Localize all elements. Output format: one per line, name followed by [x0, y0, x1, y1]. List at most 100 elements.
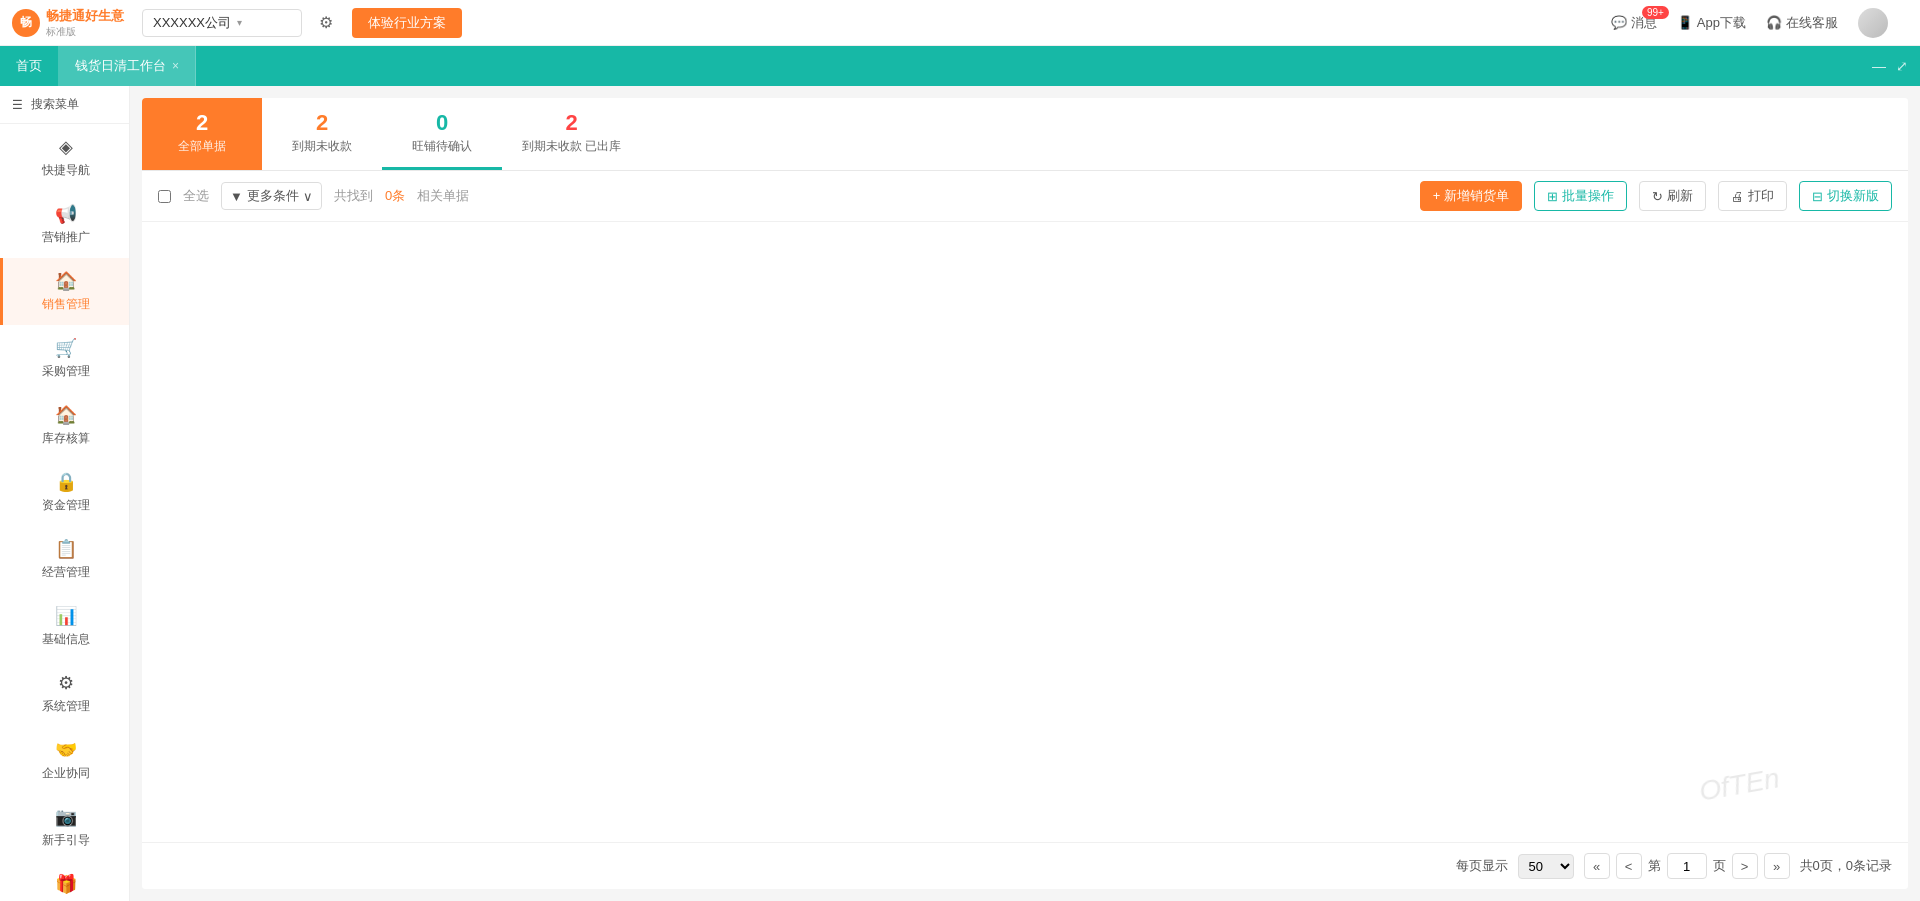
select-all-checkbox[interactable]: [158, 190, 171, 203]
main-layout: ☰ 搜索菜单 ◈ 快捷导航 📢 营销推广 🏠 销售管理 🛒 采购管理 🏠 库存核…: [0, 86, 1920, 901]
refresh-icon: ↻: [1652, 189, 1663, 204]
trial-button[interactable]: 体验行业方案: [352, 8, 462, 38]
tab-home-label: 首页: [16, 57, 42, 75]
sidebar-search-label: 搜索菜单: [31, 96, 79, 113]
switch-label: 切换新版: [1827, 187, 1879, 205]
batch-operation-button[interactable]: ⊞ 批量操作: [1534, 181, 1627, 211]
header-right: 💬 消息 99+ 📱 App下载 🎧 在线客服: [1611, 8, 1908, 38]
found-suffix: 相关单据: [417, 187, 469, 205]
sidebar-item-inventory[interactable]: 🏠 库存核算: [0, 392, 129, 459]
sidebar-search[interactable]: ☰ 搜索菜单: [0, 86, 129, 124]
sidebar-label-sales: 销售管理: [42, 296, 90, 313]
last-page-button[interactable]: »: [1764, 853, 1790, 879]
stats-tabs: 2 全部单据 2 到期未收款 0 旺铺待确认 2 到期未收款 已出库: [142, 98, 1908, 171]
sidebar-label-cooperation: 企业协同: [42, 765, 90, 782]
settings-button[interactable]: ⚙: [310, 7, 342, 39]
logo-area: 畅 畅捷通好生意 标准版: [12, 7, 142, 39]
sidebar-item-quick-nav[interactable]: ◈ 快捷导航: [0, 124, 129, 191]
app-center-icon: 🎁: [55, 873, 77, 895]
select-all-label: 全选: [183, 187, 209, 205]
sidebar-label-finance: 资金管理: [42, 497, 90, 514]
sidebar-item-guide[interactable]: 📷 新手引导: [0, 794, 129, 861]
message-badge: 99+: [1642, 6, 1669, 19]
table-area: [142, 222, 1908, 842]
app-subtitle: 标准版: [46, 25, 124, 39]
avatar[interactable]: [1858, 8, 1888, 38]
next-page-button[interactable]: >: [1732, 853, 1758, 879]
system-icon: ⚙: [58, 672, 74, 694]
sidebar-item-cooperation[interactable]: 🤝 企业协同: [0, 727, 129, 794]
top-header: 畅 畅捷通好生意 标准版 XXXXXX公司 ▾ ⚙ 体验行业方案 💬 消息 99…: [0, 0, 1920, 46]
purchase-icon: 🛒: [55, 337, 77, 359]
found-prefix: 共找到: [334, 187, 373, 205]
stat-tab-pending[interactable]: 0 旺铺待确认: [382, 98, 502, 170]
page-prefix: 第: [1648, 857, 1661, 875]
logo-text-area: 畅捷通好生意 标准版: [46, 7, 124, 39]
stat-label-overdue: 到期未收款: [292, 138, 352, 155]
company-selector[interactable]: XXXXXX公司 ▾: [142, 9, 302, 37]
sidebar-label-operations: 经营管理: [42, 564, 90, 581]
filter-label: 更多条件: [247, 187, 299, 205]
tab-actions: — ⤢: [1872, 46, 1920, 86]
filter-icon: ▼: [230, 189, 243, 204]
sidebar-label-inventory: 库存核算: [42, 430, 90, 447]
cooperation-icon: 🤝: [55, 739, 77, 761]
content-inner: 2 全部单据 2 到期未收款 0 旺铺待确认 2 到期未收款 已出库: [142, 98, 1908, 889]
print-label: 打印: [1748, 187, 1774, 205]
sidebar-item-app-center[interactable]: 🎁 应用中心: [0, 861, 129, 901]
page-suffix: 页: [1713, 857, 1726, 875]
filter-chevron-icon: ∨: [303, 189, 313, 204]
batch-icon: ⊞: [1547, 189, 1558, 204]
sidebar-item-marketing[interactable]: 📢 营销推广: [0, 191, 129, 258]
per-page-select[interactable]: 50 20 100: [1518, 854, 1574, 879]
tab-daily-clear-label: 钱货日清工作台: [75, 57, 166, 75]
inventory-icon: 🏠: [55, 404, 77, 426]
new-sales-order-button[interactable]: + 新增销货单: [1420, 181, 1522, 211]
app-download-action[interactable]: 📱 App下载: [1677, 14, 1746, 32]
toolbar-right: + 新增销货单 ⊞ 批量操作 ↻ 刷新 🖨 打印 ⊟: [1420, 181, 1892, 211]
refresh-button[interactable]: ↻ 刷新: [1639, 181, 1706, 211]
content-area: 2 全部单据 2 到期未收款 0 旺铺待确认 2 到期未收款 已出库: [130, 86, 1920, 901]
nav-tabs: 首页 钱货日清工作台 × — ⤢: [0, 46, 1920, 86]
online-service-action[interactable]: 🎧 在线客服: [1766, 14, 1838, 32]
sidebar-item-system[interactable]: ⚙ 系统管理: [0, 660, 129, 727]
stat-label-pending: 旺铺待确认: [412, 138, 472, 155]
current-page-input[interactable]: [1667, 853, 1707, 879]
sidebar-item-purchase[interactable]: 🛒 采购管理: [0, 325, 129, 392]
tab-home[interactable]: 首页: [0, 46, 59, 86]
prev-page-button[interactable]: <: [1616, 853, 1642, 879]
tab-daily-clear[interactable]: 钱货日清工作台 ×: [59, 46, 196, 86]
toolbar: 全选 ▼ 更多条件 ∨ 共找到 0条 相关单据 + 新增销货单 ⊞ 批量操作: [142, 171, 1908, 222]
maximize-icon[interactable]: ⤢: [1896, 58, 1908, 74]
sales-icon: 🏠: [55, 270, 77, 292]
sidebar-item-finance[interactable]: 🔒 资金管理: [0, 459, 129, 526]
refresh-label: 刷新: [1667, 187, 1693, 205]
online-service-label: 在线客服: [1786, 14, 1838, 32]
quick-nav-icon: ◈: [59, 136, 73, 158]
minimize-icon[interactable]: —: [1872, 58, 1886, 74]
pagination: « < 第 页 > »: [1584, 853, 1790, 879]
sidebar-item-basic-info[interactable]: 📊 基础信息: [0, 593, 129, 660]
batch-label: 批量操作: [1562, 187, 1614, 205]
sidebar-label-guide: 新手引导: [42, 832, 90, 849]
guide-icon: 📷: [55, 806, 77, 828]
first-page-button[interactable]: «: [1584, 853, 1610, 879]
stat-count-all: 2: [196, 110, 208, 136]
stat-tab-overdue-shipped[interactable]: 2 到期未收款 已出库: [502, 98, 641, 170]
sidebar-item-sales[interactable]: 🏠 销售管理: [0, 258, 129, 325]
print-icon: 🖨: [1731, 189, 1744, 204]
found-count: 0条: [385, 187, 405, 205]
tab-close-icon[interactable]: ×: [172, 59, 179, 73]
app-title: 畅捷通好生意: [46, 7, 124, 25]
message-action[interactable]: 💬 消息 99+: [1611, 14, 1657, 32]
download-icon: 📱: [1677, 15, 1693, 30]
stat-label-all: 全部单据: [178, 138, 226, 155]
stat-tab-all[interactable]: 2 全部单据: [142, 98, 262, 170]
print-button[interactable]: 🖨 打印: [1718, 181, 1787, 211]
stat-tab-overdue[interactable]: 2 到期未收款: [262, 98, 382, 170]
chevron-down-icon: ▾: [237, 17, 242, 28]
company-name: XXXXXX公司: [153, 14, 231, 32]
filter-button[interactable]: ▼ 更多条件 ∨: [221, 182, 322, 210]
sidebar-item-operations[interactable]: 📋 经营管理: [0, 526, 129, 593]
switch-version-button[interactable]: ⊟ 切换新版: [1799, 181, 1892, 211]
